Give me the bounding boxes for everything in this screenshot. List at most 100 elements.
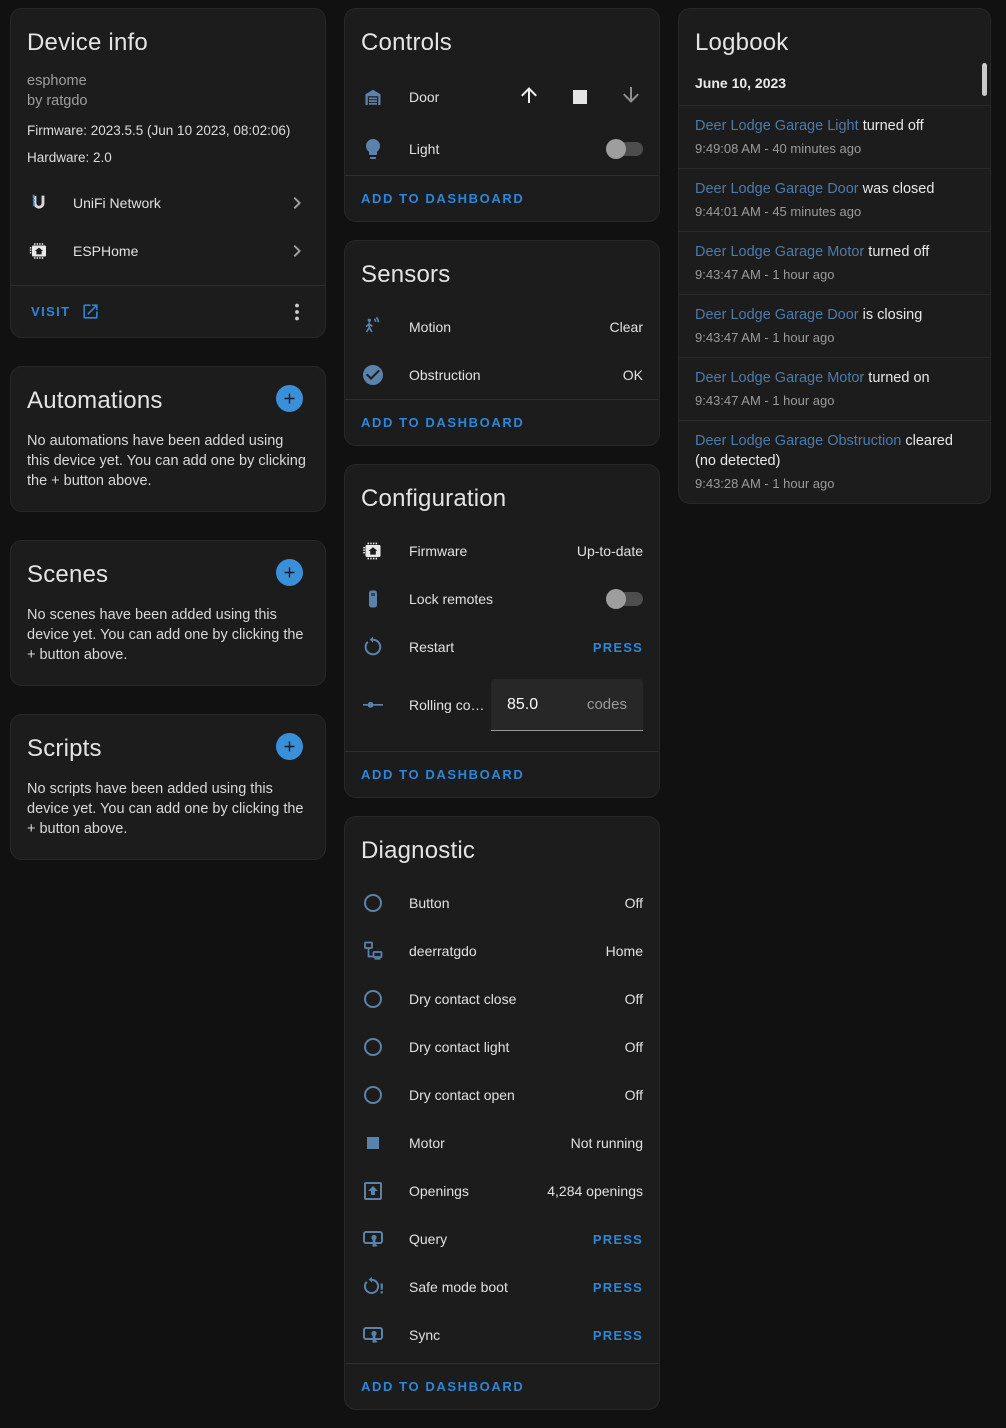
logbook-entry: Deer Lodge Garage Door is closing 9:43:4… [679,294,990,357]
row-label: Dry contact close [409,991,517,1007]
row-value: Off [624,991,643,1007]
logbook-event-text: turned on [868,370,930,386]
light-toggle[interactable] [606,139,643,159]
row-value: Off [624,1087,643,1103]
row-value: Home [605,943,643,959]
dry-contact-close-row[interactable]: Dry contact close Off [345,975,659,1023]
row-label: Dry contact light [409,1039,510,1055]
obstruction-label: Obstruction [409,367,481,383]
arrow-up-box-icon [361,1179,385,1203]
dry-contact-open-row[interactable]: Dry contact open Off [345,1071,659,1119]
door-open-button[interactable] [517,83,541,112]
plus-icon [284,567,295,577]
gesture-tap-button-icon [361,1227,385,1251]
logbook-entity-link[interactable]: Deer Lodge Garage Door [695,181,859,197]
add-scene-button[interactable] [276,558,303,586]
motion-label: Motion [409,319,452,335]
add-automation-button[interactable] [276,384,303,412]
scripts-empty-text: No scripts have been added using this de… [27,781,304,837]
lightbulb-icon [361,137,385,161]
light-label: Light [409,141,440,157]
automations-title: Automations [27,387,163,414]
motor-row[interactable]: Motor Not running [345,1119,659,1167]
check-circle-icon [361,363,385,387]
device-hardware-line: Hardware: 2.0 [27,150,112,165]
query-row[interactable]: Query PRESS [345,1215,659,1263]
integration-row-unifi[interactable]: UniFi Network [11,179,325,227]
controls-card: Controls Door Light ADD TO DASHBOARD [344,8,660,222]
logbook-time: 9:44:01 AM - 45 minutes ago [695,204,862,219]
device-app-name: esphome [27,73,87,89]
logbook-time: 9:43:47 AM - 1 hour ago [695,267,835,282]
door-close-button[interactable] [619,83,643,112]
logbook-entity-link[interactable]: Deer Lodge Garage Motor [695,244,864,260]
configuration-title: Configuration [361,485,507,512]
scripts-title: Scripts [27,735,102,762]
restart-press-button[interactable]: PRESS [593,640,643,655]
firmware-row[interactable]: Firmware Up-to-date [345,527,659,575]
sync-row[interactable]: Sync PRESS [345,1311,659,1359]
open-in-new-icon [82,304,98,319]
logbook-card: Logbook June 10, 2023 Deer Lodge Garage … [678,8,991,504]
dry-contact-light-row[interactable]: Dry contact light Off [345,1023,659,1071]
add-to-dashboard-button[interactable]: ADD TO DASHBOARD [361,767,524,782]
rolling-code-input[interactable]: 85.0 codes [491,679,643,731]
integration-label: UniFi Network [73,195,161,211]
restart-icon [361,635,385,659]
restart-row[interactable]: Restart PRESS [345,623,659,671]
motion-row[interactable]: Motion Clear [345,303,659,351]
overflow-menu-icon[interactable] [285,300,309,324]
logbook-scrollbar[interactable] [982,63,987,96]
door-stop-button[interactable] [573,90,587,104]
diagnostic-title: Diagnostic [361,837,476,864]
door-row[interactable]: Door [345,71,659,123]
plus-icon [284,741,295,751]
controls-title: Controls [361,29,452,56]
obstruction-row[interactable]: Obstruction OK [345,351,659,399]
device-info-card: Device info esphome by ratgdo Firmware: … [10,8,326,338]
light-row[interactable]: Light [345,123,659,175]
integration-row-esphome[interactable]: ESPHome [11,227,325,275]
left-column: Device info esphome by ratgdo Firmware: … [10,8,326,888]
deerratgdo-row[interactable]: deerratgdo Home [345,927,659,975]
lock-remotes-row[interactable]: Lock remotes [345,575,659,623]
lock-remotes-toggle[interactable] [606,589,643,609]
logbook-entity-link[interactable]: Deer Lodge Garage Motor [695,370,864,386]
safe-mode-boot-press-button[interactable]: PRESS [593,1280,643,1295]
rolling-code-row[interactable]: Rolling co… 85.0 codes [345,671,659,739]
logbook-entity-link[interactable]: Deer Lodge Garage Obstruction [695,433,901,449]
sensors-card: Sensors Motion Clear Obstruction OK ADD … [344,240,660,446]
logbook-event-text: is closing [862,307,923,323]
esphome-chip-icon [27,239,51,263]
add-to-dashboard-button[interactable]: ADD TO DASHBOARD [361,191,524,206]
button-row[interactable]: Button Off [345,879,659,927]
safe-mode-boot-row[interactable]: Safe mode boot PRESS [345,1263,659,1311]
visit-button[interactable]: VISIT [31,302,100,321]
automations-card: Automations No automations have been add… [10,366,326,512]
plus-icon [284,393,295,403]
sync-press-button[interactable]: PRESS [593,1328,643,1343]
openings-row[interactable]: Openings 4,284 openings [345,1167,659,1215]
row-value: Off [624,1039,643,1055]
row-label: Button [409,895,450,911]
row-label: Motor [409,1135,445,1151]
scenes-title: Scenes [27,561,109,588]
chevron-right-icon [285,191,309,215]
radiobox-blank-icon [361,891,385,915]
row-label: Sync [409,1327,441,1343]
row-label: Safe mode boot [409,1279,508,1295]
ray-vertex-icon [361,693,385,717]
logbook-entity-link[interactable]: Deer Lodge Garage Light [695,118,859,134]
lock-remotes-label: Lock remotes [409,591,494,607]
add-to-dashboard-button[interactable]: ADD TO DASHBOARD [361,415,524,430]
radiobox-blank-icon [361,1083,385,1107]
integration-label: ESPHome [73,243,139,259]
logbook-entity-link[interactable]: Deer Lodge Garage Door [695,307,859,323]
right-column: Logbook June 10, 2023 Deer Lodge Garage … [678,8,991,504]
row-value: 4,284 openings [547,1183,643,1199]
esphome-chip-icon [361,539,385,563]
add-to-dashboard-button[interactable]: ADD TO DASHBOARD [361,1379,524,1394]
add-script-button[interactable] [276,732,303,760]
query-press-button[interactable]: PRESS [593,1232,643,1247]
logbook-event-text: turned off [868,244,930,260]
